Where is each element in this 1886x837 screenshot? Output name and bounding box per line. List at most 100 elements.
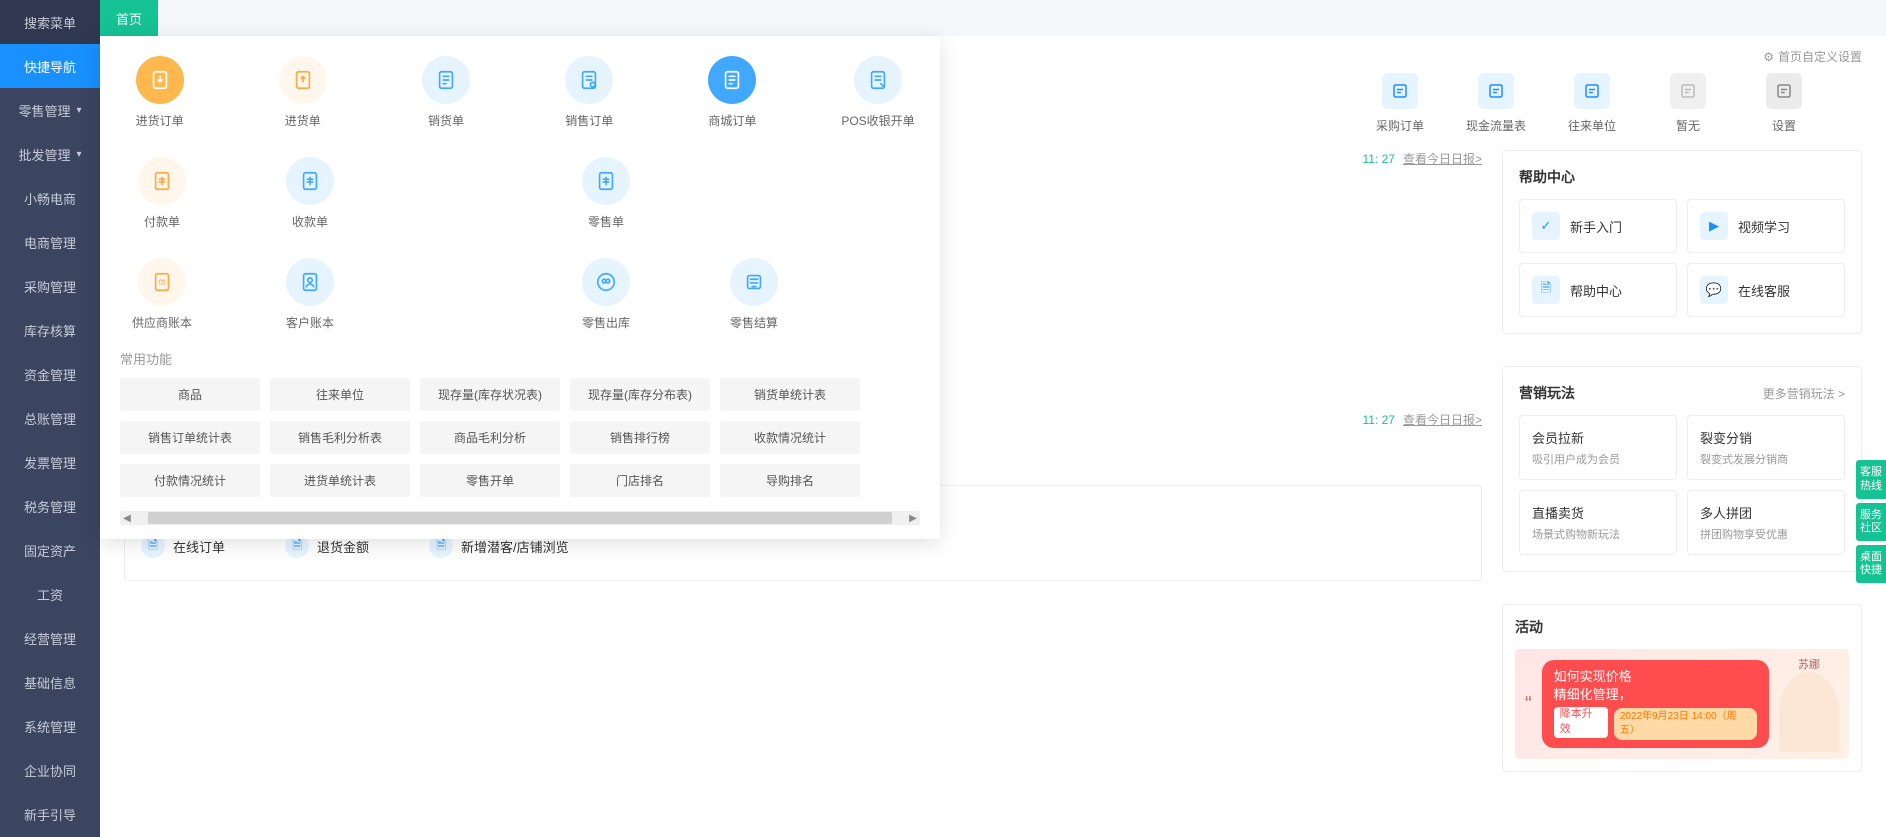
- marketing-item[interactable]: 裂变分销裂变式发展分销商: [1687, 415, 1845, 480]
- shortcut-label: 现金流量表: [1466, 117, 1526, 134]
- common-function-button[interactable]: 收款情况统计: [720, 421, 860, 454]
- sidebar-item-salary[interactable]: 工资: [0, 572, 100, 616]
- sidebar-item-funds[interactable]: 资金管理: [0, 352, 100, 396]
- flow-step[interactable]: 商城订单: [703, 56, 762, 129]
- quick-shortcut[interactable]: 暂无: [1650, 73, 1726, 134]
- gear-icon: ⚙: [1763, 50, 1774, 64]
- sidebar-item-ecommerce[interactable]: 电商管理: [0, 220, 100, 264]
- common-function-button[interactable]: 销售订单统计表: [120, 421, 260, 454]
- sidebar-item-inventory[interactable]: 库存核算: [0, 308, 100, 352]
- marketing-item-sub: 拼团购物享受优惠: [1700, 526, 1832, 542]
- flow-step[interactable]: 零售单: [574, 157, 638, 230]
- daily-report-link[interactable]: 查看今日日报>: [1403, 411, 1482, 428]
- sidebar-item-operation[interactable]: 经营管理: [0, 616, 100, 660]
- flow-step[interactable]: POS收银开单: [846, 56, 910, 129]
- common-function-button[interactable]: 现存量(库存状况表): [420, 378, 560, 411]
- common-function-button[interactable]: 导购排名: [720, 464, 860, 497]
- help-icon: 💬: [1700, 276, 1728, 304]
- help-label: 视频学习: [1738, 217, 1790, 236]
- biz-item-title: 新增潜客/店铺浏览: [461, 537, 569, 556]
- common-function-button[interactable]: 零售开单: [420, 464, 560, 497]
- flow-step[interactable]: 零售出库: [574, 258, 638, 331]
- person-illustration: [1779, 672, 1839, 752]
- flow-step-icon: [565, 56, 613, 104]
- daily-report-link[interactable]: 查看今日日报>: [1403, 150, 1482, 167]
- activity-banner[interactable]: “ 如何实现价格 精细化管理， 降本升效 2022年9月23日 14:00（周五…: [1515, 649, 1849, 759]
- sidebar-item-invoice[interactable]: 发票管理: [0, 440, 100, 484]
- help-item[interactable]: 🗎帮助中心: [1519, 263, 1677, 317]
- scrollbar-thumb[interactable]: [148, 512, 892, 524]
- help-item[interactable]: ✓新手入门: [1519, 199, 1677, 253]
- common-function-button[interactable]: 门店排名: [570, 464, 710, 497]
- quick-shortcut[interactable]: 采购订单: [1362, 73, 1438, 134]
- sidebar-item-purchase[interactable]: 采购管理: [0, 264, 100, 308]
- flow-step[interactable]: 进货订单: [130, 56, 189, 129]
- flow-step[interactable]: 收款单: [278, 157, 342, 230]
- side-float-button[interactable]: 客服热线: [1856, 460, 1886, 498]
- help-label: 在线客服: [1738, 281, 1790, 300]
- sidebar-item-xiaochang[interactable]: 小畅电商: [0, 176, 100, 220]
- scroll-left-icon[interactable]: ◀: [120, 513, 134, 524]
- sidebar-item-collab[interactable]: 企业协同: [0, 748, 100, 792]
- quick-shortcut[interactable]: 现金流量表: [1458, 73, 1534, 134]
- sidebar-item-basicinfo[interactable]: 基础信息: [0, 660, 100, 704]
- sidebar-item-wholesale[interactable]: 批发管理▾: [0, 132, 100, 176]
- help-title: 帮助中心: [1519, 167, 1845, 187]
- flow-step-label: 付款单: [144, 213, 180, 230]
- sidebar-item-quicknav[interactable]: 快捷导航: [0, 44, 100, 88]
- common-function-button[interactable]: 现存量(库存分布表): [570, 378, 710, 411]
- help-item[interactable]: ▶视频学习: [1687, 199, 1845, 253]
- shortcut-icon: [1766, 73, 1802, 109]
- common-function-button[interactable]: 付款情况统计: [120, 464, 260, 497]
- sidebar-item-guide[interactable]: 新手引导: [0, 792, 100, 836]
- marketing-more-link[interactable]: 更多营销玩法 >: [1763, 385, 1845, 402]
- flow-step-icon: [279, 56, 327, 104]
- help-card: 帮助中心 ✓新手入门▶视频学习🗎帮助中心 💬 在线客服: [1502, 150, 1862, 334]
- side-float-button[interactable]: 服务社区: [1856, 503, 1886, 541]
- flow-step-label: 供应商账本: [132, 314, 192, 331]
- common-function-button[interactable]: 销售毛利分析表: [270, 421, 410, 454]
- help-item[interactable]: 💬 在线客服: [1687, 263, 1845, 317]
- flow-step-icon: [708, 56, 756, 104]
- sidebar-item-tax[interactable]: 税务管理: [0, 484, 100, 528]
- common-function-button[interactable]: 进货单统计表: [270, 464, 410, 497]
- marketing-item-title: 直播卖货: [1532, 503, 1664, 522]
- mega-scrollbar[interactable]: ◀ ▶: [120, 511, 920, 525]
- flow-step[interactable]: 进货单: [273, 56, 332, 129]
- common-function-button[interactable]: 销货单统计表: [720, 378, 860, 411]
- flow-step-icon: [582, 258, 630, 306]
- sidebar-search[interactable]: 搜索菜单: [0, 0, 100, 44]
- sidebar-item-system[interactable]: 系统管理: [0, 704, 100, 748]
- flow-step[interactable]: 销售订单: [560, 56, 619, 129]
- sidebar-item-ledger[interactable]: 总账管理: [0, 396, 100, 440]
- common-function-button[interactable]: 往来单位: [270, 378, 410, 411]
- flow-step[interactable]: 零售结算: [722, 258, 786, 331]
- side-float-button[interactable]: 桌面快捷: [1856, 545, 1886, 583]
- chevron-down-icon: ▾: [76, 105, 81, 116]
- flow-step[interactable]: 付款单: [130, 157, 194, 230]
- flow-step[interactable]: 客户账本: [278, 258, 342, 331]
- marketing-item[interactable]: 直播卖货场景式购物新玩法: [1519, 490, 1677, 555]
- tab-home[interactable]: 首页: [100, 0, 158, 36]
- common-function-button[interactable]: 商品毛利分析: [420, 421, 560, 454]
- flow-step-label: 客户账本: [286, 314, 334, 331]
- flow-step-icon: [582, 157, 630, 205]
- shortcut-label: 采购订单: [1376, 117, 1424, 134]
- common-function-button[interactable]: 销售排行榜: [570, 421, 710, 454]
- flow-step[interactable]: 供供应商账本: [130, 258, 194, 331]
- sidebar-item-assets[interactable]: 固定资产: [0, 528, 100, 572]
- flow-step-label: 商城订单: [708, 112, 756, 129]
- scroll-right-icon[interactable]: ▶: [906, 513, 920, 524]
- flow-step[interactable]: 销货单: [416, 56, 475, 129]
- shortcut-icon: [1574, 73, 1610, 109]
- flow-step-label: 零售出库: [582, 314, 630, 331]
- marketing-item[interactable]: 会员拉新吸引用户成为会员: [1519, 415, 1677, 480]
- quick-shortcut[interactable]: 往来单位: [1554, 73, 1630, 134]
- sidebar-item-retail[interactable]: 零售管理▾: [0, 88, 100, 132]
- activity-card: 活动 “ 如何实现价格 精细化管理， 降本升效 2022年9月23日 14:00…: [1502, 604, 1862, 772]
- common-function-button[interactable]: 商品: [120, 378, 260, 411]
- biz-item-title: 退货金额: [317, 537, 369, 556]
- quick-shortcut[interactable]: 设置: [1746, 73, 1822, 134]
- marketing-item[interactable]: 多人拼团拼团购物享受优惠: [1687, 490, 1845, 555]
- flow-step-label: 进货订单: [136, 112, 184, 129]
